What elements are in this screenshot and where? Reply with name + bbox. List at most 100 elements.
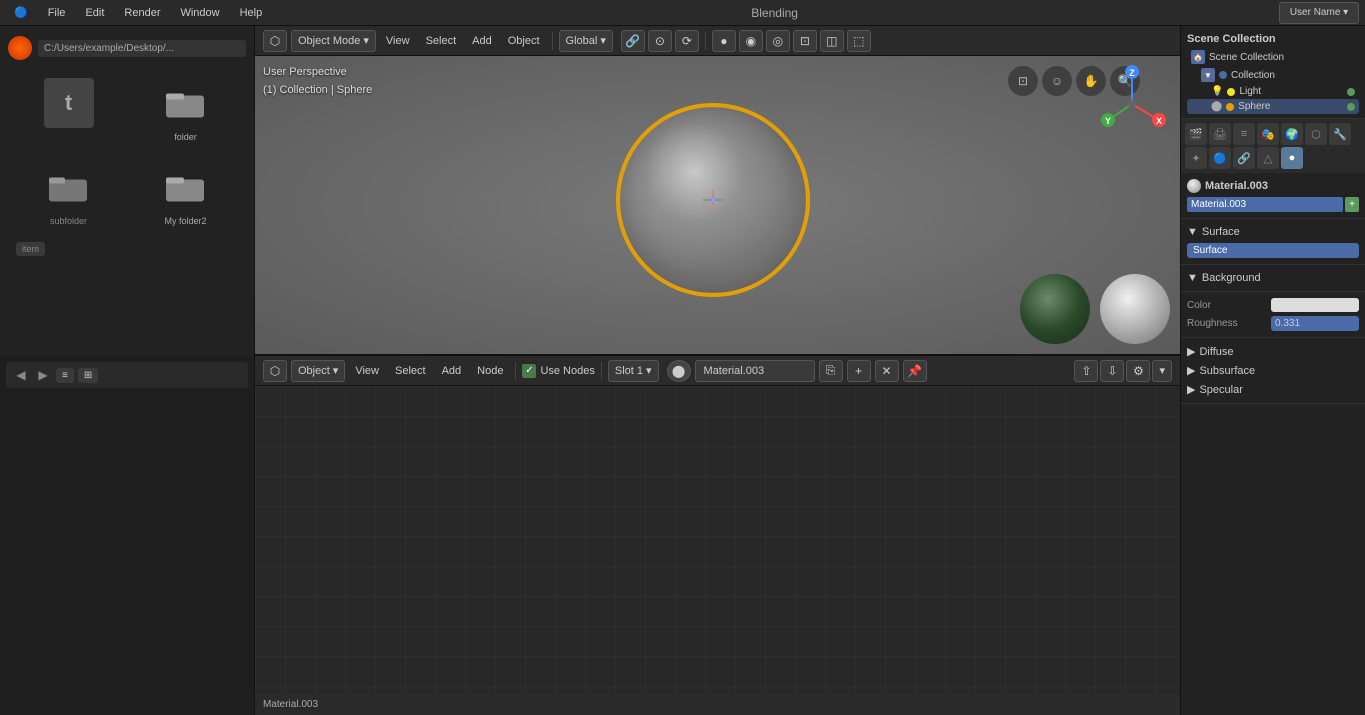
node-divider2 xyxy=(601,362,602,380)
viewport-mode-icon[interactable]: ⬡ xyxy=(263,30,287,52)
asset-label-folder3: My folder2 xyxy=(164,216,206,226)
asset-item-t[interactable]: t xyxy=(16,78,121,142)
diffuse-section-header[interactable]: ▶ Diffuse xyxy=(1187,342,1359,361)
node-snap-down[interactable]: ⇩ xyxy=(1100,360,1124,382)
node-add-btn[interactable]: Add xyxy=(436,363,468,379)
node-status-text: Material.003 xyxy=(263,699,318,710)
material-ball-icon xyxy=(1187,179,1201,193)
prop-tab-output[interactable]: 🖨 xyxy=(1209,123,1231,145)
material-slot-list: Material.003 + xyxy=(1187,197,1359,212)
menu-file[interactable]: File xyxy=(40,5,74,21)
node-select-btn[interactable]: Select xyxy=(389,363,432,379)
prop-tab-render[interactable]: 🎬 xyxy=(1185,123,1207,145)
node-status-bar: Material.003 xyxy=(255,693,1180,715)
render-preview-icon[interactable]: ☺ xyxy=(1042,66,1072,96)
viewport-xray-icon[interactable]: ⬚ xyxy=(847,30,871,52)
prop-tab-constraints[interactable]: 🔗 xyxy=(1233,147,1255,169)
material-pin-icon[interactable]: 📌 xyxy=(903,360,927,382)
material-sphere-icon[interactable]: ⬤ xyxy=(667,360,691,382)
asset-icon-folder3 xyxy=(161,162,211,212)
node-extra-dropdown[interactable]: ▾ xyxy=(1152,360,1172,382)
left-panel-right-arrow[interactable]: ▶ xyxy=(34,366,52,384)
collection-item-collection[interactable]: ▼ Collection xyxy=(1187,66,1359,84)
roughness-prop-value[interactable]: 0.331 xyxy=(1271,316,1359,331)
properties-tabs: 🎬 🖨 ≡ 🎭 🌍 ⬡ 🔧 ✦ 🔵 🔗 △ ● xyxy=(1181,119,1365,173)
prop-tab-modifier[interactable]: 🔧 xyxy=(1329,123,1351,145)
menu-window[interactable]: Window xyxy=(172,5,227,21)
viewport-shading-extra[interactable]: ⊡ xyxy=(793,30,817,52)
slot-dropdown[interactable]: Slot 1 ▾ xyxy=(608,360,659,382)
material-copy-icon[interactable]: ⎘ xyxy=(819,360,843,382)
collection-item-light[interactable]: 💡 Light xyxy=(1187,84,1359,99)
background-section-header[interactable]: ▼ Background xyxy=(1187,269,1359,287)
node-view-btn[interactable]: View xyxy=(349,363,385,379)
material-preview-grey[interactable] xyxy=(1100,274,1170,344)
material-name-field[interactable]: Material.003 xyxy=(695,360,815,382)
viewport-shading-rendered[interactable]: ◎ xyxy=(766,30,790,52)
mode-dropdown[interactable]: Object Mode ▾ xyxy=(291,30,376,52)
viewport-3d[interactable]: User Perspective (1) Collection | Sphere xyxy=(255,56,1180,356)
use-nodes-indicator[interactable]: Surface xyxy=(1187,243,1359,258)
use-nodes-checkbox[interactable]: ✓ xyxy=(522,364,536,378)
asset-item-folder3[interactable]: My folder2 xyxy=(133,162,238,226)
asset-item-folder2[interactable]: subfolder xyxy=(16,162,121,226)
node-canvas[interactable]: ▼ Diffuse BSDF BSDF Color xyxy=(255,386,1180,715)
prop-tab-object-data[interactable]: △ xyxy=(1257,147,1279,169)
node-editor-mode-icon[interactable]: ⬡ xyxy=(263,360,287,382)
viewport-shading-material[interactable]: ◉ xyxy=(739,30,763,52)
node-settings-icon[interactable]: ⚙ xyxy=(1126,360,1150,382)
prop-tab-particles[interactable]: ✦ xyxy=(1185,147,1207,169)
menu-blender[interactable]: 🔵 xyxy=(6,4,36,21)
color-prop-value[interactable] xyxy=(1271,298,1359,312)
material-add-icon[interactable]: + xyxy=(847,360,871,382)
menu-edit[interactable]: Edit xyxy=(77,5,112,21)
material-slot-active[interactable]: Material.003 xyxy=(1187,197,1343,212)
background-section: ▼ Background xyxy=(1181,265,1365,292)
prop-tab-material[interactable]: ● xyxy=(1281,147,1303,169)
snap-icon[interactable]: 🔗 xyxy=(621,30,645,52)
specular-section-header[interactable]: ▶ Specular xyxy=(1187,380,1359,399)
node-snap-up[interactable]: ⇧ xyxy=(1074,360,1098,382)
prop-tab-object[interactable]: ⬡ xyxy=(1305,123,1327,145)
prop-tab-world[interactable]: 🌍 xyxy=(1281,123,1303,145)
material-preview-header: Material.003 xyxy=(1187,177,1359,195)
global-dropdown[interactable]: Global ▾ xyxy=(559,30,613,52)
menu-help[interactable]: Help xyxy=(232,5,271,21)
sphere-label: Sphere xyxy=(1238,101,1270,112)
collection-item-sphere[interactable]: ⬤ Sphere xyxy=(1187,99,1359,114)
asset-item-folder1[interactable]: folder xyxy=(133,78,238,142)
viewport-view-btn[interactable]: View xyxy=(380,33,416,49)
use-nodes-checkbox-container[interactable]: ✓ Use Nodes xyxy=(522,364,594,378)
left-panel-toolbar-btn2[interactable]: ⊞ xyxy=(78,368,98,383)
left-panel-toolbar-btn1[interactable]: ≡ xyxy=(56,368,74,383)
left-panel-left-arrow[interactable]: ◀ xyxy=(12,366,30,384)
viewport-object-btn[interactable]: Object xyxy=(502,33,546,49)
divider1 xyxy=(552,32,553,50)
viewport-add-btn[interactable]: Add xyxy=(466,33,498,49)
gizmo-container[interactable]: Z X Y xyxy=(1092,64,1172,144)
transform-icon[interactable]: ⟳ xyxy=(675,30,699,52)
viewport-select-btn[interactable]: Select xyxy=(420,33,463,49)
node-node-btn[interactable]: Node xyxy=(471,363,509,379)
camera-view-icon[interactable]: ⊡ xyxy=(1008,66,1038,96)
material-preview-env[interactable] xyxy=(1020,274,1090,344)
surface-section-header[interactable]: ▼ Surface xyxy=(1187,223,1359,241)
sphere-container[interactable] xyxy=(618,105,818,305)
collection-scene-label: Scene Collection xyxy=(1209,52,1284,63)
viewport-overlay-icon[interactable]: ◫ xyxy=(820,30,844,52)
subsurface-section-header[interactable]: ▶ Subsurface xyxy=(1187,361,1359,380)
material-slot-copy[interactable]: + xyxy=(1345,197,1359,212)
material-delete-icon[interactable]: ✕ xyxy=(875,360,899,382)
collection-item-scene[interactable]: 🏠 Scene Collection xyxy=(1187,48,1359,66)
asset-icon-folder2 xyxy=(44,162,94,212)
viewport-shading-solid[interactable]: ● xyxy=(712,30,736,52)
prop-tab-scene[interactable]: 🎭 xyxy=(1257,123,1279,145)
viewport-collection-text: (1) Collection | Sphere xyxy=(263,82,372,100)
proportional-icon[interactable]: ⊙ xyxy=(648,30,672,52)
material-previews xyxy=(1020,274,1170,344)
prop-tab-physics[interactable]: 🔵 xyxy=(1209,147,1231,169)
prop-tab-view[interactable]: ≡ xyxy=(1233,123,1255,145)
menu-render[interactable]: Render xyxy=(116,5,168,21)
node-object-dropdown[interactable]: Object ▾ xyxy=(291,360,345,382)
user-prefs-btn[interactable]: User Name ▾ xyxy=(1279,2,1359,24)
